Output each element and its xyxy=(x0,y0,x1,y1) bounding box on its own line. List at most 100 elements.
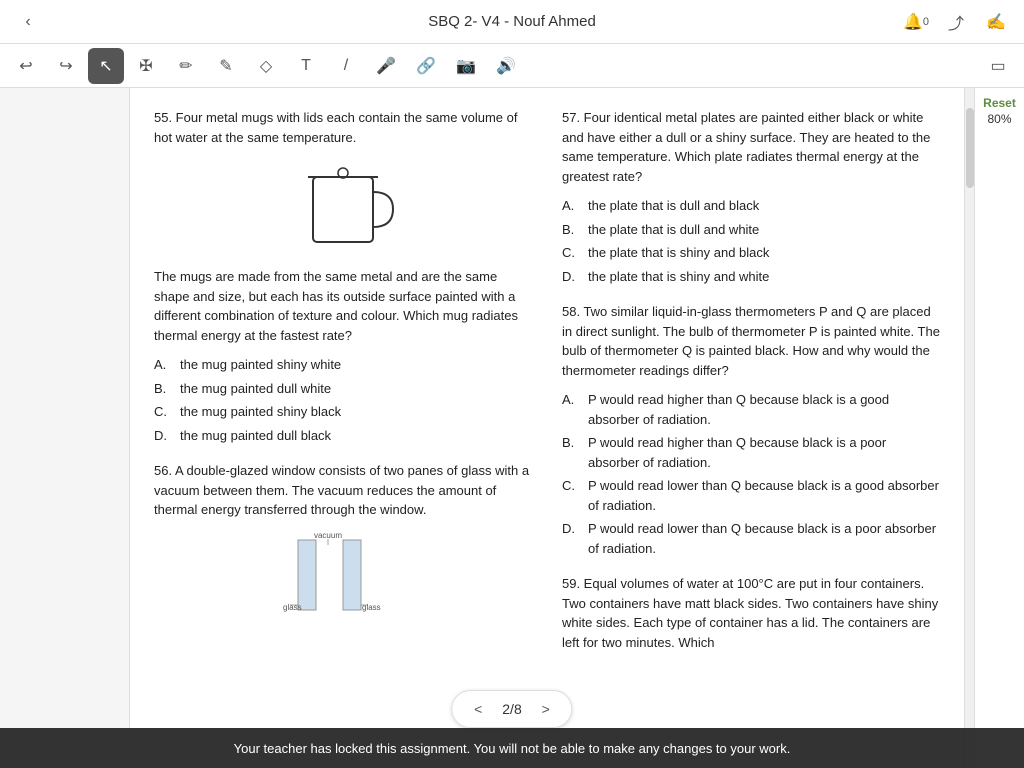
pagination-bar: < 2/8 > xyxy=(451,690,572,728)
link-button[interactable]: 🔗 xyxy=(408,48,444,84)
window-diagram: vacuum glass glass xyxy=(268,530,418,620)
mic-button[interactable]: 🎤 xyxy=(368,48,404,84)
q55-option-b: B. the mug painted dull white xyxy=(154,379,532,399)
q58-option-a-text: P would read higher than Q because black… xyxy=(588,390,940,429)
scroll-thumb[interactable] xyxy=(966,108,974,188)
mug-diagram xyxy=(288,157,398,257)
q58-option-b: B. P would read higher than Q because bl… xyxy=(562,433,940,472)
q55-option-a-letter: A. xyxy=(154,355,172,375)
q57-option-d: D. the plate that is shiny and white xyxy=(562,267,940,287)
top-bar: ‹ SBQ 2- V4 - Nouf Ahmed 🔔 0 ⤴ ✍ xyxy=(0,0,1024,44)
question-55: 55. Four metal mugs with lids each conta… xyxy=(154,108,532,147)
pen-button[interactable]: ✏ xyxy=(168,48,204,84)
delete-button[interactable]: ▭ xyxy=(980,48,1016,84)
grid-button[interactable]: ✠ xyxy=(128,48,164,84)
top-bar-right: 🔔 0 ⤴ ✍ xyxy=(900,6,1012,38)
glass-label-1: glass xyxy=(283,603,302,612)
undo-icon: ↩ xyxy=(19,56,32,76)
question-56: 56. A double-glazed window consists of t… xyxy=(154,461,532,520)
question-58: 58. Two similar liquid-in-glass thermome… xyxy=(562,302,940,380)
toolbar: ↩ ↪ ↖ ✠ ✏ ✎ ◇ T / 🎤 🔗 📷 🔊 ▭ xyxy=(0,44,1024,88)
page-info: 2/8 xyxy=(502,701,521,717)
select-icon: ↖ xyxy=(99,56,112,76)
total-pages: 8 xyxy=(514,701,522,717)
q58-option-a: A. P would read higher than Q because bl… xyxy=(562,390,940,429)
q56-text: 56. A double-glazed window consists of t… xyxy=(154,461,532,520)
notification-count: 0 xyxy=(923,16,929,28)
text-button[interactable]: T xyxy=(288,48,324,84)
current-page: 2 xyxy=(502,701,510,717)
redo-button[interactable]: ↪ xyxy=(48,48,84,84)
share-icon: ⤴ xyxy=(948,10,964,34)
q55-option-c-letter: C. xyxy=(154,402,172,422)
erase-icon: ◇ xyxy=(260,56,272,76)
q58-options: A. P would read higher than Q because bl… xyxy=(562,390,940,558)
q58-option-b-text: P would read higher than Q because black… xyxy=(588,433,940,472)
hand-tool-button[interactable]: ✍ xyxy=(980,6,1012,38)
q57-options: A. the plate that is dull and black B. t… xyxy=(562,196,940,286)
q58-text: 58. Two similar liquid-in-glass thermome… xyxy=(562,302,940,380)
audio-icon: 🔊 xyxy=(496,56,516,76)
main-content: 55. Four metal mugs with lids each conta… xyxy=(130,88,964,728)
q57-option-c: C. the plate that is shiny and black xyxy=(562,243,940,263)
q57-option-c-text: the plate that is shiny and black xyxy=(588,243,769,263)
q55-option-b-letter: B. xyxy=(154,379,172,399)
top-bar-left: ‹ xyxy=(12,6,44,38)
document-title: SBQ 2- V4 - Nouf Ahmed xyxy=(428,13,596,30)
link-icon: 🔗 xyxy=(416,56,436,76)
share-button[interactable]: ⤴ xyxy=(940,6,972,38)
question-59: 59. Equal volumes of water at 100°C are … xyxy=(562,574,940,652)
q55-options: A. the mug painted shiny white B. the mu… xyxy=(154,355,532,445)
pen-icon: ✏ xyxy=(179,56,192,76)
prev-page-button[interactable]: < xyxy=(466,697,490,721)
text-icon: T xyxy=(301,57,311,75)
notification-button[interactable]: 🔔 0 xyxy=(900,6,932,38)
q58-option-c-text: P would read lower than Q because black … xyxy=(588,476,940,515)
left-panel: 55. Four metal mugs with lids each conta… xyxy=(154,108,532,708)
q55-option-d: D. the mug painted dull black xyxy=(154,426,532,446)
next-page-button[interactable]: > xyxy=(534,697,558,721)
question-57: 57. Four identical metal plates are pain… xyxy=(562,108,940,186)
q55-option-d-letter: D. xyxy=(154,426,172,446)
locked-message: Your teacher has locked this assignment.… xyxy=(234,741,791,756)
delete-icon: ▭ xyxy=(990,56,1005,76)
camera-button[interactable]: 📷 xyxy=(448,48,484,84)
q57-option-b-text: the plate that is dull and white xyxy=(588,220,759,240)
erase-button[interactable]: ◇ xyxy=(248,48,284,84)
right-sidebar: Reset 80% xyxy=(974,88,1024,768)
q55-option-a: A. the mug painted shiny white xyxy=(154,355,532,375)
zoom-level: 80% xyxy=(987,112,1011,126)
undo-button[interactable]: ↩ xyxy=(8,48,44,84)
grid-icon: ✠ xyxy=(139,56,152,76)
locked-bar: Your teacher has locked this assignment.… xyxy=(0,728,1024,768)
mic-icon: 🎤 xyxy=(376,56,396,76)
select-button[interactable]: ↖ xyxy=(88,48,124,84)
q55-body-text: The mugs are made from the same metal an… xyxy=(154,267,532,345)
q57-option-d-text: the plate that is shiny and white xyxy=(588,267,769,287)
hand-icon: ✍ xyxy=(986,12,1006,32)
back-button[interactable]: ‹ xyxy=(12,6,44,38)
camera-icon: 📷 xyxy=(456,56,476,76)
right-panel: 57. Four identical metal plates are pain… xyxy=(562,108,940,708)
vacuum-label: vacuum xyxy=(314,531,342,540)
q57-option-b: B. the plate that is dull and white xyxy=(562,220,940,240)
reset-button[interactable]: Reset xyxy=(983,96,1016,110)
bell-icon: 🔔 xyxy=(903,12,923,32)
q55-option-b-text: the mug painted dull white xyxy=(180,379,331,399)
q57-option-a-text: the plate that is dull and black xyxy=(588,196,759,216)
q58-option-c: C. P would read lower than Q because bla… xyxy=(562,476,940,515)
audio-button[interactable]: 🔊 xyxy=(488,48,524,84)
q55-option-c-text: the mug painted shiny black xyxy=(180,402,341,422)
q55-option-d-text: the mug painted dull black xyxy=(180,426,331,446)
q58-option-d: D. P would read lower than Q because bla… xyxy=(562,519,940,558)
highlight-icon: ✎ xyxy=(219,56,232,76)
q55-body: The mugs are made from the same metal an… xyxy=(154,267,532,345)
ruler-icon: / xyxy=(344,57,348,75)
q58-option-d-text: P would read lower than Q because black … xyxy=(588,519,940,558)
ruler-button[interactable]: / xyxy=(328,48,364,84)
scroll-track[interactable] xyxy=(964,88,974,768)
highlight-button[interactable]: ✎ xyxy=(208,48,244,84)
q57-text: 57. Four identical metal plates are pain… xyxy=(562,108,940,186)
q55-option-a-text: the mug painted shiny white xyxy=(180,355,341,375)
redo-icon: ↪ xyxy=(59,56,72,76)
